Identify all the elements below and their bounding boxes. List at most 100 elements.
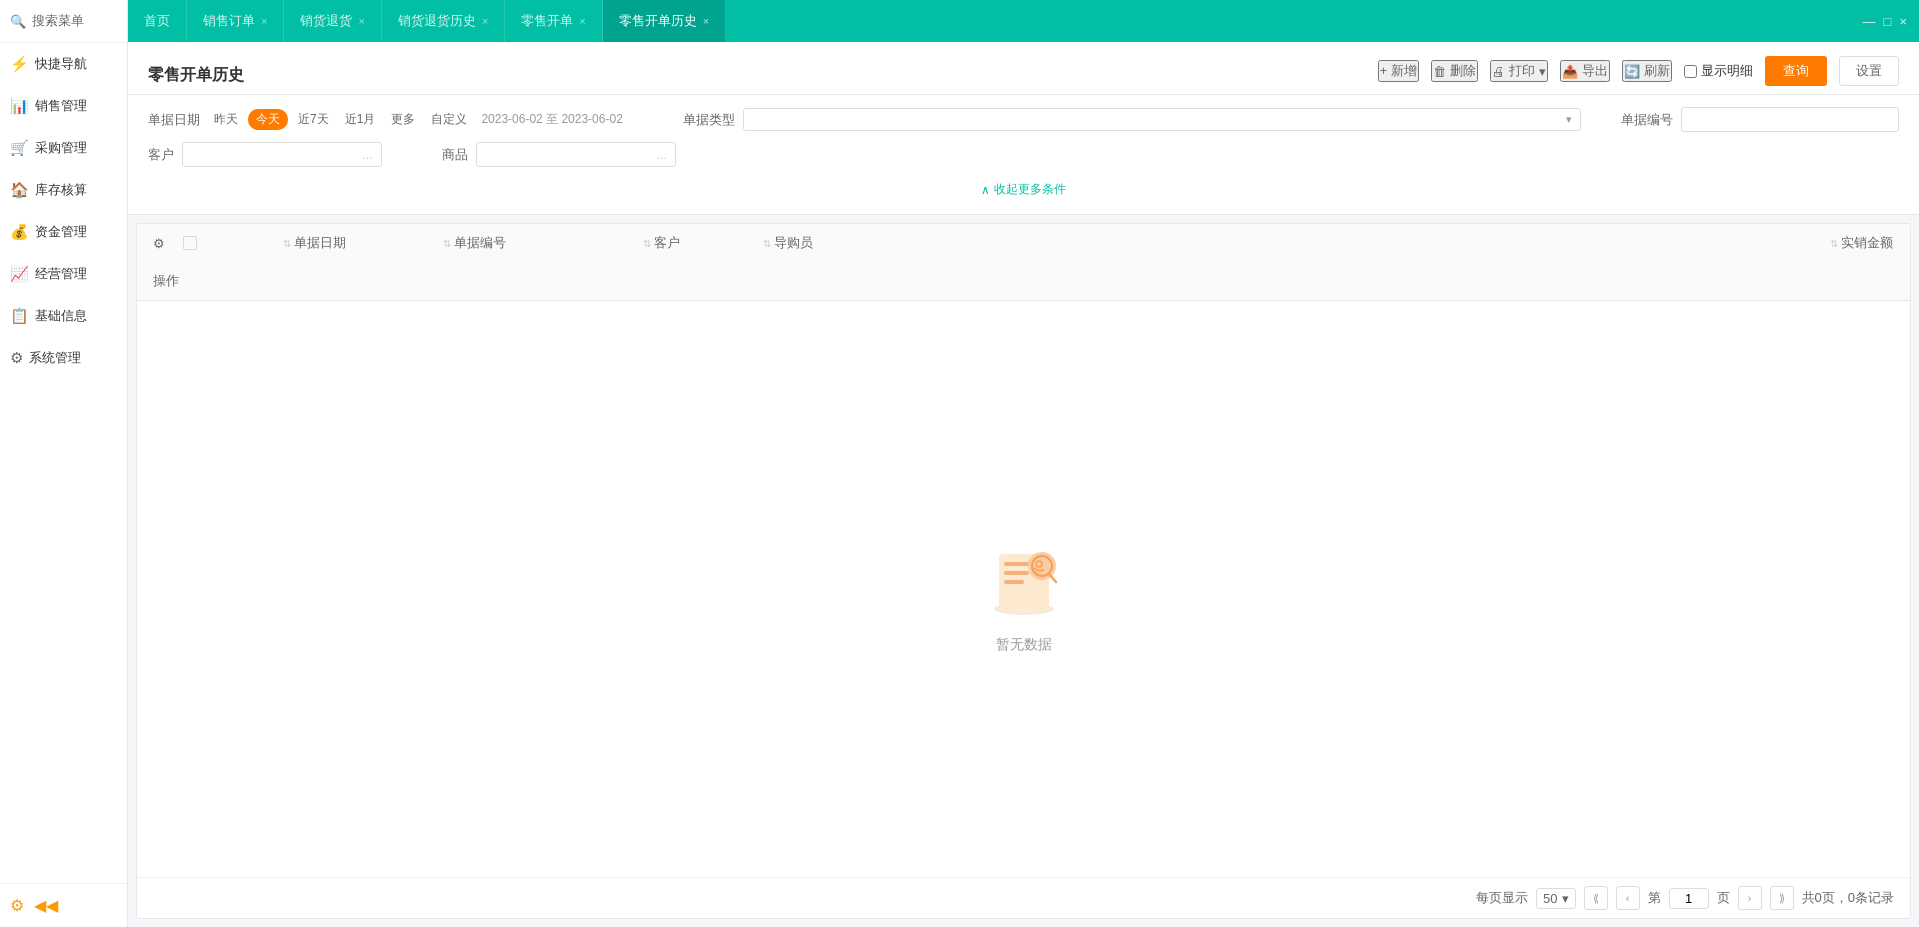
page-number-input[interactable] — [1669, 888, 1709, 909]
tab-retail-history[interactable]: 零售开单历史 × — [603, 0, 726, 42]
tab-sales-return-history[interactable]: 销货退货历史 × — [382, 0, 505, 42]
close-btn[interactable]: × — [1899, 14, 1907, 29]
tab-retail-open-close-icon[interactable]: × — [579, 15, 585, 27]
sort-icon-date[interactable]: ⇅ — [283, 238, 291, 249]
doc-no-label: 单据编号 — [1621, 111, 1673, 129]
per-page-label: 每页显示 — [1476, 889, 1528, 907]
doc-no-input[interactable] — [1690, 112, 1890, 127]
tab-sales-return-history-close-icon[interactable]: × — [482, 15, 488, 27]
doc-type-select[interactable]: ▾ — [743, 108, 1581, 131]
quick-nav-icon: ⚡ — [10, 55, 29, 73]
customer-ellipsis-icon[interactable]: ... — [362, 147, 373, 162]
tab-sales-return-history-label: 销货退货历史 — [398, 12, 476, 30]
settings-icon[interactable]: ⚙ — [10, 896, 24, 915]
ops-icon: 📈 — [10, 265, 29, 283]
base-info-icon: 📋 — [10, 307, 29, 325]
tab-retail-history-label: 零售开单历史 — [619, 12, 697, 30]
prev-page-btn[interactable]: ‹ — [1616, 886, 1640, 910]
tab-sales-return-close-icon[interactable]: × — [358, 15, 364, 27]
main-area: 首页销售订单×销货退货×销货退货历史×零售开单×零售开单历史× — □ × 零售… — [128, 0, 1919, 927]
sidebar-item-base-info[interactable]: 📋 基础信息 — [0, 295, 127, 337]
table-footer: 每页显示 50 ▾ ⟪ ‹ 第 页 › ⟫ 共0页，0条记录 — [137, 877, 1910, 918]
display-detail-checkbox[interactable] — [1684, 65, 1697, 78]
sort-icon-guide[interactable]: ⇅ — [763, 238, 771, 249]
search-icon: 🔍 — [10, 14, 26, 29]
next-page-btn[interactable]: › — [1738, 886, 1762, 910]
goods-input-container: ... — [476, 142, 676, 167]
tab-sales-return[interactable]: 销货退货 × — [284, 0, 381, 42]
doc-type-filter: 单据类型 ▾ — [683, 108, 1581, 131]
restore-btn[interactable]: □ — [1884, 14, 1892, 29]
sort-icon-amount[interactable]: ⇅ — [1830, 238, 1838, 249]
col-customer: ⇅ 客户 — [635, 224, 755, 262]
export-button[interactable]: 📤 导出 — [1560, 60, 1610, 82]
date-shortcut-近1月[interactable]: 近1月 — [339, 109, 382, 130]
col-amount: ⇅ 实销金额 — [1822, 224, 1902, 262]
col-gear-icon[interactable]: ⚙ — [153, 236, 165, 251]
content-area: 零售开单历史 + 新增 🗑 删除 🖨 打印 ▾ 📤 导出 — [128, 42, 1919, 927]
sidebar-item-finance[interactable]: 💰资金管理 — [0, 211, 127, 253]
sidebar-search[interactable]: 🔍 搜索菜单 — [0, 0, 127, 43]
ops-label: 经营管理 — [35, 265, 87, 283]
goods-input[interactable] — [485, 147, 656, 162]
date-shortcut-近7天[interactable]: 近7天 — [292, 109, 335, 130]
minimize-btn[interactable]: — — [1863, 14, 1876, 29]
last-page-btn[interactable]: ⟫ — [1770, 886, 1794, 910]
table-area: ⚙ ⇅ 单据日期 ⇅ 单据编号 ⇅ 客户 ⇅ — [136, 223, 1911, 919]
collapse-sidebar-icon[interactable]: ◀◀ — [34, 896, 58, 915]
customer-input[interactable] — [191, 147, 362, 162]
filter-row-2: 客户 ... 商品 ... — [148, 142, 1899, 167]
print-chevron-icon: ▾ — [1539, 64, 1546, 79]
sidebar-bottom: ⚙ ◀◀ — [0, 883, 127, 927]
table-header: ⚙ ⇅ 单据日期 ⇅ 单据编号 ⇅ 客户 ⇅ — [137, 224, 1910, 301]
sidebar-item-sales-mgmt[interactable]: 📊 销售管理 — [0, 85, 127, 127]
date-shortcut-昨天[interactable]: 昨天 — [208, 109, 244, 130]
add-button[interactable]: + 新增 — [1378, 60, 1419, 82]
date-shortcut-自定义[interactable]: 自定义 — [425, 109, 473, 130]
col-checkbox — [175, 224, 275, 262]
delete-button[interactable]: 🗑 删除 — [1431, 60, 1478, 82]
collapse-up-icon: ∧ — [981, 183, 990, 197]
date-shortcut-今天[interactable]: 今天 — [248, 109, 288, 130]
page-header: 零售开单历史 + 新增 🗑 删除 🖨 打印 ▾ 📤 导出 — [128, 42, 1919, 95]
tab-sales-return-label: 销货退货 — [300, 12, 352, 30]
purchase-mgmt-label: 采购管理 — [35, 139, 87, 157]
collapse-btn[interactable]: ∧ 收起更多条件 — [981, 177, 1066, 202]
sort-icon-customer[interactable]: ⇅ — [643, 238, 651, 249]
tab-retail-history-close-icon[interactable]: × — [703, 15, 709, 27]
sales-mgmt-icon: 📊 — [10, 97, 29, 115]
sys-mgmt-label: 系统管理 — [29, 349, 81, 367]
sales-mgmt-label: 销售管理 — [35, 97, 87, 115]
sort-icon-docno[interactable]: ⇅ — [443, 238, 451, 249]
sys-mgmt-icon: ⚙ — [10, 349, 23, 367]
date-shortcut-更多[interactable]: 更多 — [385, 109, 421, 130]
refresh-icon: 🔄 — [1624, 64, 1640, 79]
empty-text: 暂无数据 — [996, 636, 1052, 654]
settings-button[interactable]: 设置 — [1839, 56, 1899, 86]
base-info-label: 基础信息 — [35, 307, 87, 325]
display-detail-checkbox-label[interactable]: 显示明细 — [1684, 62, 1753, 80]
sidebar-item-purchase-mgmt[interactable]: 🛒采购管理 — [0, 127, 127, 169]
tab-sales-order[interactable]: 销售订单 × — [187, 0, 284, 42]
sidebar-item-inventory[interactable]: 🏠库存核算 — [0, 169, 127, 211]
refresh-button[interactable]: 🔄 刷新 — [1622, 60, 1672, 82]
tab-home[interactable]: 首页 — [128, 0, 187, 42]
goods-ellipsis-icon[interactable]: ... — [656, 147, 667, 162]
svg-rect-3 — [1004, 571, 1029, 575]
quick-nav-label: 快捷导航 — [35, 55, 87, 73]
tab-retail-open[interactable]: 零售开单× — [505, 0, 602, 42]
select-all-checkbox[interactable] — [183, 236, 197, 250]
topbar-right: — □ × — [1851, 14, 1919, 29]
tab-sales-order-close-icon[interactable]: × — [261, 15, 267, 27]
print-button[interactable]: 🖨 打印 ▾ — [1490, 60, 1548, 82]
sidebar-item-sys-mgmt[interactable]: ⚙ 系统管理 — [0, 337, 127, 379]
doc-no-filter: 单据编号 — [1621, 107, 1899, 132]
goods-label: 商品 — [442, 146, 468, 164]
query-button[interactable]: 查询 — [1765, 56, 1827, 86]
per-page-select[interactable]: 50 ▾ — [1536, 888, 1575, 909]
sidebar-item-ops[interactable]: 📈 经营管理 — [0, 253, 127, 295]
sidebar-item-quick-nav[interactable]: ⚡ 快捷导航 — [0, 43, 127, 85]
filter-row-collapse: ∧ 收起更多条件 — [148, 177, 1899, 202]
first-page-btn[interactable]: ⟪ — [1584, 886, 1608, 910]
tab-sales-order-label: 销售订单 — [203, 12, 255, 30]
